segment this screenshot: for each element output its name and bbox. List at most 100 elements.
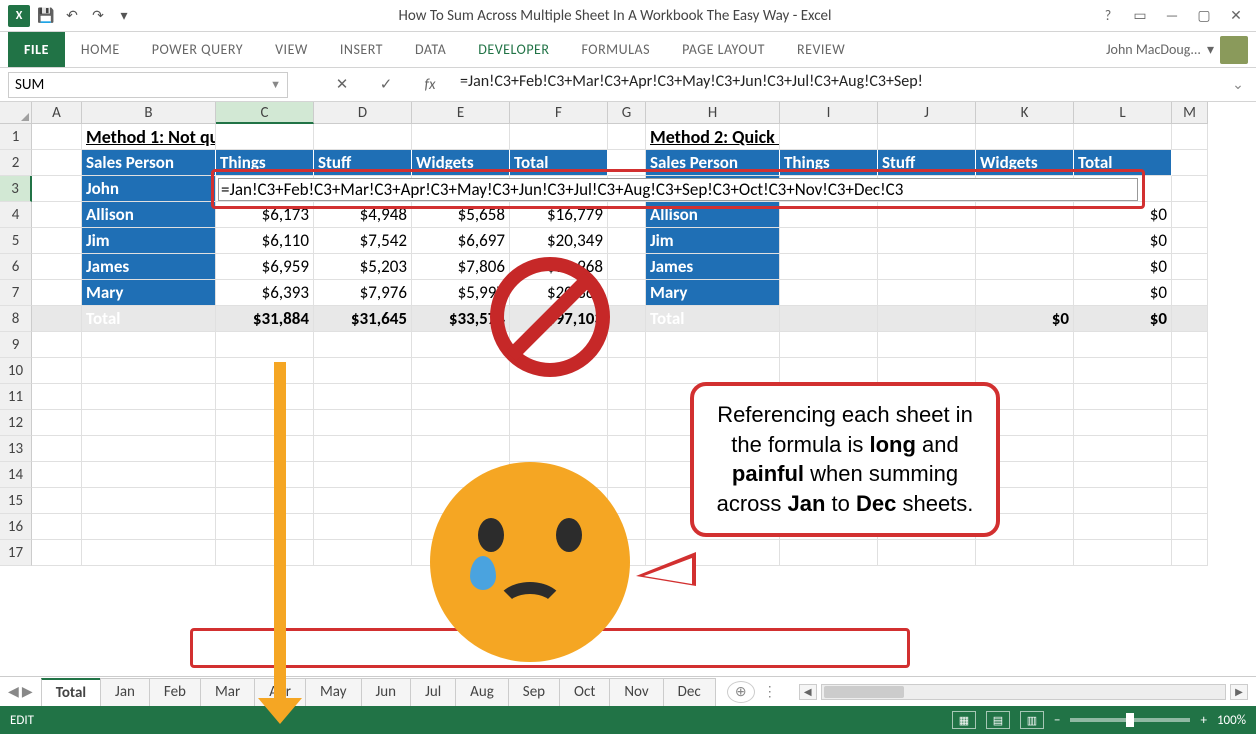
cell[interactable] — [32, 228, 82, 254]
cell[interactable] — [412, 124, 510, 150]
cell[interactable] — [608, 332, 646, 358]
zoom-level[interactable]: 100% — [1217, 713, 1246, 728]
cell[interactable] — [976, 254, 1074, 280]
cell[interactable] — [1074, 410, 1172, 436]
cell[interactable] — [1172, 306, 1208, 332]
cell[interactable]: Stuff — [314, 150, 412, 176]
undo-icon[interactable]: ↶ — [62, 6, 82, 26]
cell[interactable]: $0 — [976, 306, 1074, 332]
cell[interactable] — [878, 280, 976, 306]
column-header-M[interactable]: M — [1172, 102, 1208, 124]
cell[interactable] — [510, 436, 608, 462]
cell[interactable] — [608, 384, 646, 410]
cell[interactable]: $6,173 — [216, 202, 314, 228]
cell[interactable] — [314, 410, 412, 436]
cell[interactable] — [32, 280, 82, 306]
cell[interactable]: Total — [510, 150, 608, 176]
cell[interactable] — [32, 150, 82, 176]
cell[interactable] — [1172, 410, 1208, 436]
cell[interactable] — [1172, 124, 1208, 150]
person-name[interactable]: Allison — [82, 202, 216, 228]
cell[interactable]: $31,884 — [216, 306, 314, 332]
row-total[interactable]: $0 — [1074, 202, 1172, 228]
cell[interactable] — [32, 358, 82, 384]
cell[interactable] — [878, 306, 976, 332]
cell[interactable]: Stuff — [878, 150, 976, 176]
help-icon[interactable]: ? — [1096, 6, 1120, 26]
cell[interactable] — [1074, 514, 1172, 540]
person-name[interactable]: James — [82, 254, 216, 280]
cell[interactable] — [216, 124, 314, 150]
row-header-12[interactable]: 12 — [0, 410, 32, 436]
cell[interactable] — [32, 436, 82, 462]
cell[interactable] — [608, 228, 646, 254]
person-name[interactable]: Mary — [82, 280, 216, 306]
person-name[interactable]: Mary — [646, 280, 780, 306]
cell[interactable] — [1172, 202, 1208, 228]
cell[interactable]: $4,948 — [314, 202, 412, 228]
row-header-11[interactable]: 11 — [0, 384, 32, 410]
cell[interactable] — [608, 280, 646, 306]
sheet-tab-mar[interactable]: Mar — [200, 678, 255, 706]
cell[interactable] — [32, 384, 82, 410]
cell[interactable] — [780, 306, 878, 332]
cell[interactable] — [780, 228, 878, 254]
chevron-down-icon[interactable]: ▼ — [270, 78, 281, 91]
cell[interactable] — [1172, 332, 1208, 358]
tab-formulas[interactable]: FORMULAS — [566, 32, 667, 67]
maximize-icon[interactable]: ▢ — [1192, 6, 1216, 26]
cell[interactable] — [976, 358, 1074, 384]
cell[interactable] — [608, 306, 646, 332]
sheet-tab-jan[interactable]: Jan — [100, 678, 150, 706]
row-header-5[interactable]: 5 — [0, 228, 32, 254]
sheet-tab-may[interactable]: May — [305, 678, 362, 706]
cell[interactable]: Things — [780, 150, 878, 176]
cell[interactable] — [608, 202, 646, 228]
cell[interactable]: Sales Person — [82, 150, 216, 176]
cell[interactable] — [314, 488, 412, 514]
cell[interactable]: Things — [216, 150, 314, 176]
cell[interactable] — [216, 358, 314, 384]
tab-home[interactable]: HOME — [65, 32, 136, 67]
cell[interactable] — [1172, 176, 1208, 202]
user-account[interactable]: John MacDoug... ▾ — [1106, 32, 1256, 67]
normal-view-icon[interactable]: ▦ — [952, 711, 976, 729]
cell[interactable] — [412, 436, 510, 462]
cell[interactable] — [976, 202, 1074, 228]
cell[interactable] — [314, 436, 412, 462]
minimize-icon[interactable]: — — [1160, 6, 1184, 26]
name-box[interactable]: SUM ▼ — [8, 72, 288, 98]
row-total[interactable]: $16,779 — [510, 202, 608, 228]
cell[interactable] — [32, 254, 82, 280]
cell[interactable] — [608, 410, 646, 436]
cell[interactable] — [1172, 254, 1208, 280]
tab-page-layout[interactable]: PAGE LAYOUT — [666, 32, 781, 67]
cell[interactable] — [878, 254, 976, 280]
cell[interactable] — [82, 488, 216, 514]
row-total[interactable]: $0 — [1074, 228, 1172, 254]
sheet-tab-feb[interactable]: Feb — [149, 678, 201, 706]
sheet-tab-dec[interactable]: Dec — [663, 678, 716, 706]
cell[interactable] — [1074, 462, 1172, 488]
cell[interactable]: $5,658 — [412, 202, 510, 228]
cell[interactable]: $6,393 — [216, 280, 314, 306]
row-header-14[interactable]: 14 — [0, 462, 32, 488]
enter-formula-icon[interactable]: ✓ — [368, 72, 404, 98]
row-total[interactable]: $20,349 — [510, 228, 608, 254]
person-name[interactable]: James — [646, 254, 780, 280]
ribbon-display-icon[interactable]: ▭ — [1128, 6, 1152, 26]
cell[interactable] — [314, 332, 412, 358]
sheet-tab-sep[interactable]: Sep — [508, 678, 560, 706]
sheet-tab-oct[interactable]: Oct — [559, 678, 610, 706]
save-icon[interactable]: 💾 — [36, 6, 56, 26]
cell[interactable] — [1172, 384, 1208, 410]
cell[interactable] — [976, 124, 1074, 150]
tab-insert[interactable]: INSERT — [324, 32, 399, 67]
cell[interactable]: Widgets — [976, 150, 1074, 176]
cell[interactable] — [1074, 332, 1172, 358]
row-header-1[interactable]: 1 — [0, 124, 32, 150]
cell[interactable] — [780, 332, 878, 358]
qat-dropdown-icon[interactable]: ▾ — [114, 6, 134, 26]
column-header-E[interactable]: E — [412, 102, 510, 124]
cell[interactable] — [976, 280, 1074, 306]
